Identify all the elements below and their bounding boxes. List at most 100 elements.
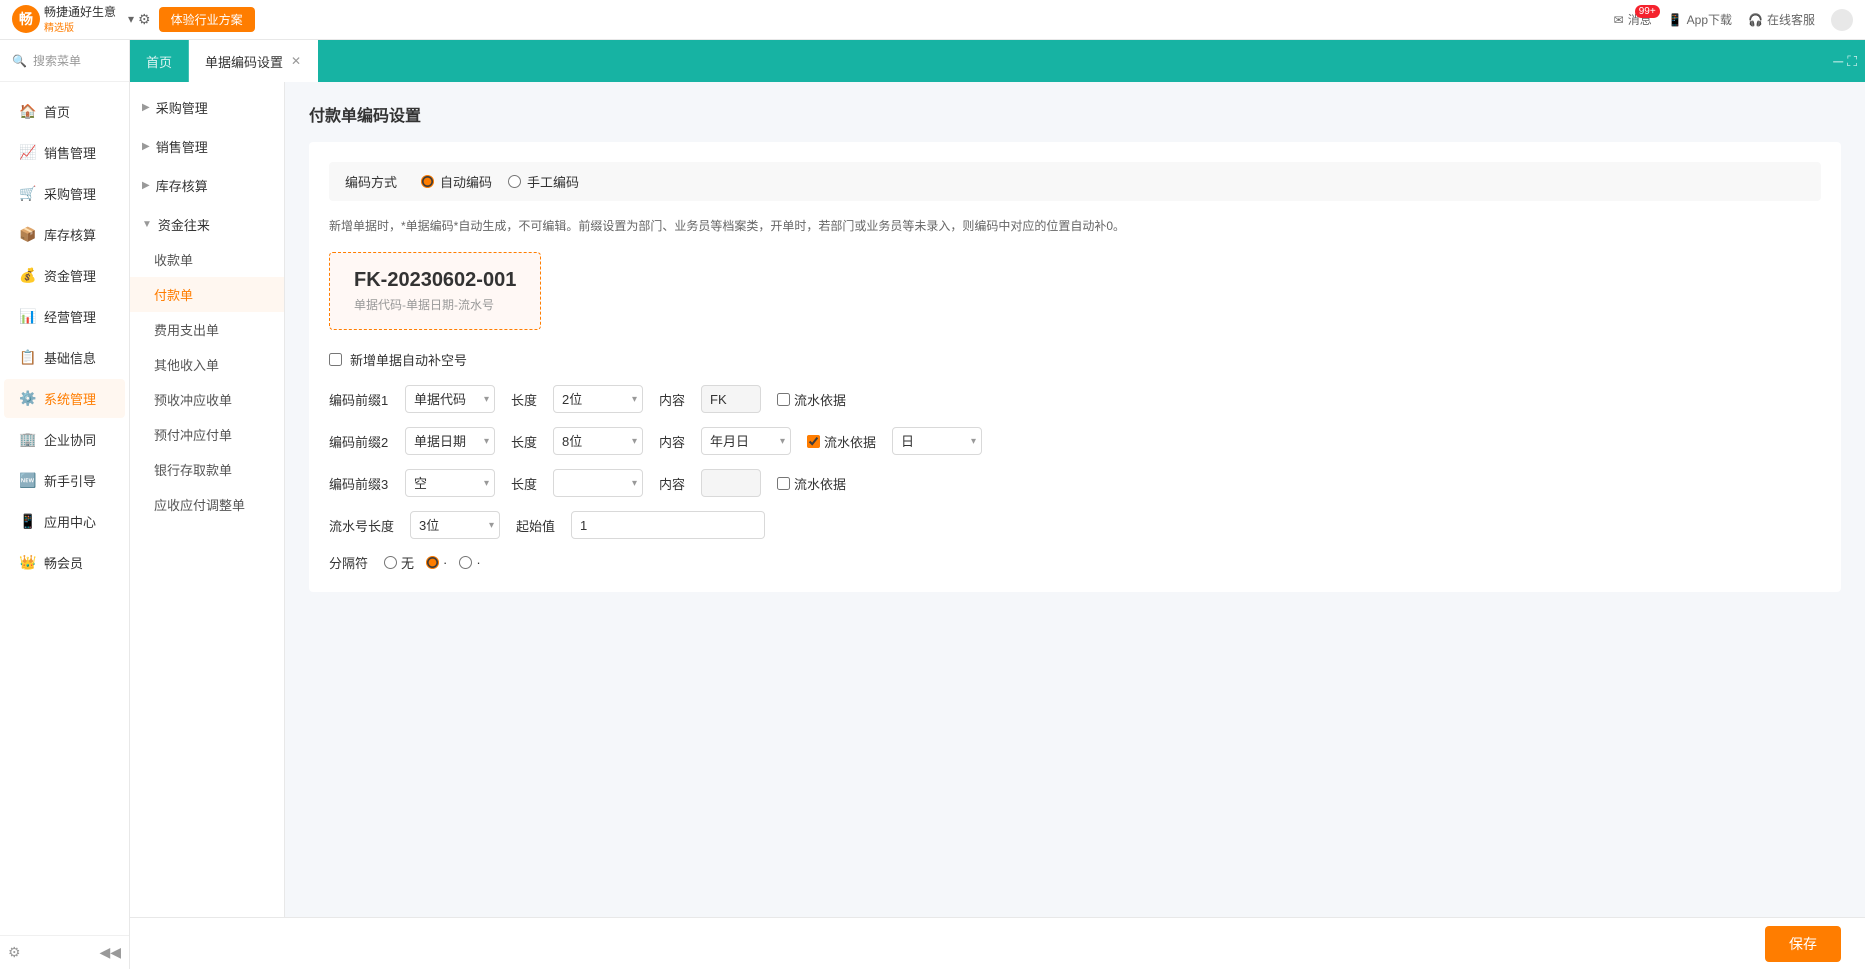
- menu-group-purchase-label: 采购管理: [156, 98, 208, 117]
- appcenter-icon: 📱: [20, 514, 36, 530]
- service-icon: 🎧: [1748, 13, 1763, 27]
- settings-bottom-icon[interactable]: ⚙: [8, 944, 21, 961]
- prefix2-content-wrapper: 年月日 年月 年: [701, 427, 791, 455]
- user-avatar[interactable]: [1831, 9, 1853, 31]
- tab-expand-button[interactable]: ⛶: [1847, 53, 1857, 70]
- sidebar-item-purchase[interactable]: 🛒 采购管理: [4, 174, 125, 213]
- form-row-prefix3: 编码前缀3 空 单据代码 单据日期 长度: [329, 469, 1821, 497]
- sep-dash-radio[interactable]: [459, 556, 472, 569]
- prefix3-stream-label[interactable]: 流水依据: [777, 474, 846, 493]
- code-preview: FK-20230602-001 单据代码-单据日期-流水号: [329, 252, 541, 330]
- online-service-button[interactable]: 🎧 在线客服: [1748, 11, 1815, 28]
- auto-fill-checkbox[interactable]: [329, 353, 342, 366]
- message-button[interactable]: ✉ 消息 99+: [1614, 11, 1652, 28]
- app-download-label: App下载: [1687, 11, 1732, 28]
- member-icon: 👑: [20, 555, 36, 571]
- main-layout: 🔍 搜索菜单 🏠 首页 📈 销售管理 🛒 采购管理 📦 库存核算 💰: [0, 40, 1865, 969]
- sidebar-item-member[interactable]: 👑 畅会员: [4, 543, 125, 582]
- sidebar-item-basic[interactable]: 📋 基础信息: [4, 338, 125, 377]
- sep-dash[interactable]: ·: [459, 555, 480, 570]
- menu-item-prepay-receivable[interactable]: 预收冲应收单: [130, 382, 284, 417]
- prefix2-select-wrapper: 单据日期 空 单据代码: [405, 427, 495, 455]
- sep-dot[interactable]: ·: [426, 555, 447, 570]
- prefix2-content-select[interactable]: 年月日 年月 年: [701, 427, 791, 455]
- download-icon: 📱: [1668, 13, 1683, 27]
- menu-group-purchase-header[interactable]: ▶ 采购管理: [130, 90, 284, 125]
- menu-item-expense[interactable]: 费用支出单: [130, 312, 284, 347]
- sidebar-item-label: 库存核算: [44, 225, 96, 244]
- prefix1-length-select[interactable]: 2位 3位 4位: [553, 385, 643, 413]
- tab-home[interactable]: 首页: [130, 40, 189, 82]
- radio-manual-encode[interactable]: 手工编码: [508, 172, 579, 191]
- prefix2-select[interactable]: 单据日期 空 单据代码: [405, 427, 495, 455]
- sidebar-item-sales[interactable]: 📈 销售管理: [4, 133, 125, 172]
- tab-bar: 首页 单据编码设置 ✕ ─ ⛶: [130, 40, 1865, 82]
- arrow-right-icon: ▶: [142, 180, 150, 191]
- prefix1-stream-label[interactable]: 流水依据: [777, 390, 846, 409]
- sep-dot-radio[interactable]: [426, 556, 439, 569]
- menu-group-inventory: ▶ 库存核算: [130, 168, 284, 203]
- search-menu-button[interactable]: 🔍 搜索菜单: [8, 48, 121, 73]
- sidebar-item-label: 经营管理: [44, 307, 96, 326]
- menu-group-inventory-header[interactable]: ▶ 库存核算: [130, 168, 284, 203]
- prefix3-length-select[interactable]: [553, 469, 643, 497]
- search-menu-label: 搜索菜单: [33, 52, 81, 69]
- collapse-icon[interactable]: ◀◀: [99, 944, 121, 961]
- nav-dropdown[interactable]: ▾: [124, 12, 134, 26]
- prefix2-stream-checkbox[interactable]: [807, 435, 820, 448]
- tab-serial-setting[interactable]: 单据编码设置 ✕: [189, 40, 318, 82]
- save-button[interactable]: 保存: [1765, 926, 1841, 962]
- menu-item-bank-deposit[interactable]: 银行存取款单: [130, 452, 284, 487]
- sidebar-item-finance[interactable]: 💰 资金管理: [4, 256, 125, 295]
- prefix1-stream-checkbox[interactable]: [777, 393, 790, 406]
- prefix2-unit-select[interactable]: 日 月 年: [892, 427, 982, 455]
- menu-group-inventory-label: 库存核算: [156, 176, 208, 195]
- sidebar-item-inventory[interactable]: 📦 库存核算: [4, 215, 125, 254]
- corp-icon: 🏢: [20, 432, 36, 448]
- settings-icon[interactable]: ⚙: [138, 11, 151, 28]
- radio-auto-encode-label: 自动编码: [440, 172, 492, 191]
- menu-group-sales-header[interactable]: ▶ 销售管理: [130, 129, 284, 164]
- menu-item-prepay-payable[interactable]: 预付冲应付单: [130, 417, 284, 452]
- info-text: 新增单据时，*单据编码*自动生成，不可编辑。前缀设置为部门、业务员等档案类，开单…: [329, 217, 1821, 236]
- radio-auto-encode[interactable]: 自动编码: [421, 172, 492, 191]
- menu-group-finance-header[interactable]: ▼ 资金往来: [130, 207, 284, 242]
- sidebar-item-operations[interactable]: 📊 经营管理: [4, 297, 125, 336]
- sep-none[interactable]: 无: [384, 553, 414, 572]
- prefix3-stream-checkbox[interactable]: [777, 477, 790, 490]
- sidebar-item-corp[interactable]: 🏢 企业协同: [4, 420, 125, 459]
- trial-button[interactable]: 体验行业方案: [159, 7, 255, 32]
- prefix3-select[interactable]: 空 单据代码 单据日期: [405, 469, 495, 497]
- tab-close-button[interactable]: ✕: [291, 54, 301, 68]
- system-icon: ⚙️: [20, 391, 36, 407]
- menu-item-other-income[interactable]: 其他收入单: [130, 347, 284, 382]
- prefix3-length-wrapper: [553, 469, 643, 497]
- app-download-button[interactable]: 📱 App下载: [1668, 11, 1732, 28]
- radio-manual-encode-input[interactable]: [508, 175, 521, 188]
- page-title: 付款单编码设置: [309, 102, 1841, 126]
- radio-auto-encode-input[interactable]: [421, 175, 434, 188]
- prefix1-length-label: 长度: [511, 390, 537, 409]
- menu-item-payment[interactable]: 付款单: [130, 277, 284, 312]
- prefix3-select-wrapper: 空 单据代码 单据日期: [405, 469, 495, 497]
- serial-length-select[interactable]: 3位 4位 5位: [410, 511, 500, 539]
- prefix2-stream-text: 流水依据: [824, 432, 876, 451]
- menu-item-adjust[interactable]: 应收应付调整单: [130, 487, 284, 522]
- sidebar-item-system[interactable]: ⚙️ 系统管理: [4, 379, 125, 418]
- arrow-right-icon: ▶: [142, 102, 150, 113]
- sidebar-item-appcenter[interactable]: 📱 应用中心: [4, 502, 125, 541]
- sidebar-item-newguide[interactable]: 🆕 新手引导: [4, 461, 125, 500]
- start-value-input[interactable]: [571, 511, 765, 539]
- sep-none-radio[interactable]: [384, 556, 397, 569]
- operations-icon: 📊: [20, 309, 36, 325]
- sidebar-search: 🔍 搜索菜单: [0, 40, 129, 82]
- tab-minimize-button[interactable]: ─: [1833, 53, 1843, 69]
- separator-label: 分隔符: [329, 553, 368, 572]
- sidebar-item-home[interactable]: 🏠 首页: [4, 92, 125, 131]
- prefix3-label: 编码前缀3: [329, 474, 389, 493]
- prefix2-length-select[interactable]: 8位 6位 4位: [553, 427, 643, 455]
- prefix1-content-value: FK: [701, 385, 761, 413]
- prefix1-select[interactable]: 单据代码 空 单据日期: [405, 385, 495, 413]
- prefix2-stream-label[interactable]: 流水依据: [807, 432, 876, 451]
- menu-item-receipt[interactable]: 收款单: [130, 242, 284, 277]
